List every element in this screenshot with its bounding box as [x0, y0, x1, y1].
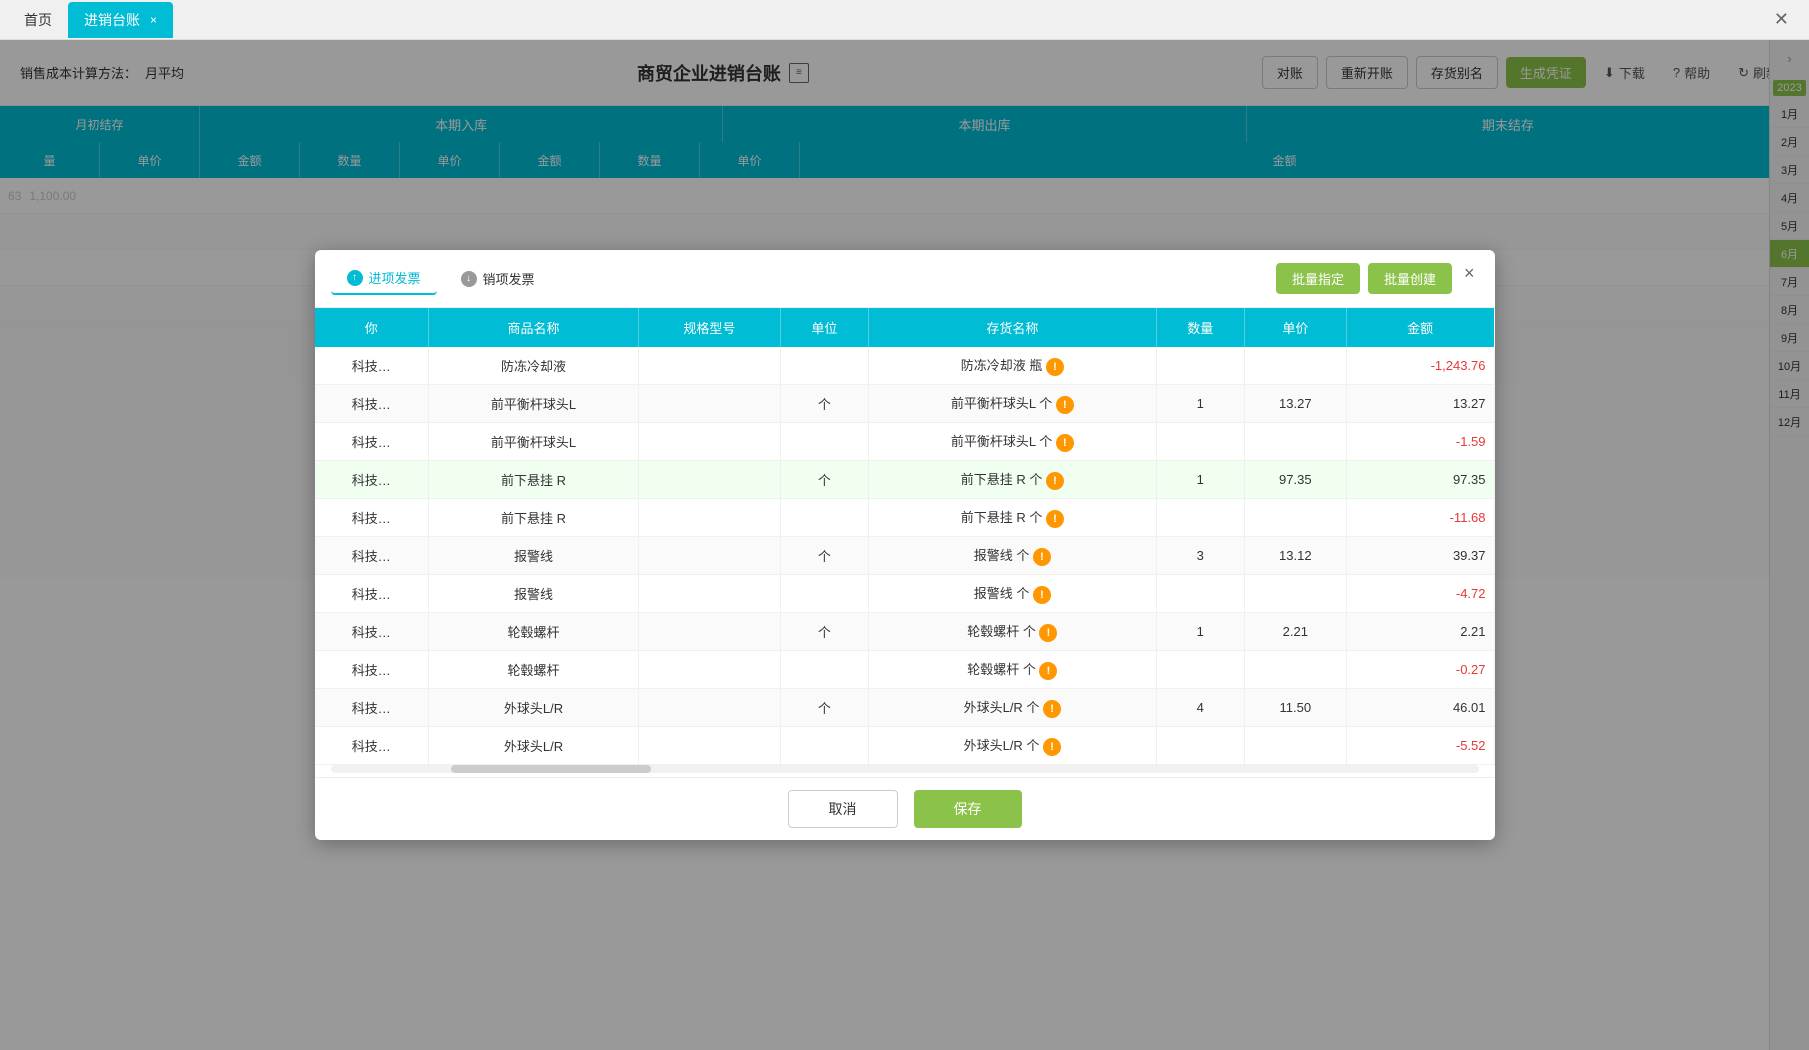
modal-close-button[interactable]: × [1460, 263, 1479, 294]
warning-icon: ! [1056, 434, 1074, 452]
modal-overlay: ↑ 进项发票 ↓ 销项发票 批量指定 批量创建 × [0, 40, 1809, 1050]
col-header-5: 存货名称 [869, 308, 1157, 347]
modal-header: ↑ 进项发票 ↓ 销项发票 批量指定 批量创建 × [315, 250, 1495, 308]
warning-icon: ! [1046, 510, 1064, 528]
col-header-7: 单价 [1244, 308, 1346, 347]
batch-designate-button[interactable]: 批量指定 [1276, 263, 1360, 294]
col-header-6: 数量 [1156, 308, 1244, 347]
modal-dialog: ↑ 进项发票 ↓ 销项发票 批量指定 批量创建 × [315, 250, 1495, 840]
warning-icon: ! [1043, 700, 1061, 718]
modal-tab-jinxiang[interactable]: ↑ 进项发票 [331, 262, 437, 295]
table-row: 科技…报警线个报警线 个 !313.1239.37 [315, 537, 1495, 575]
table-row: 科技…轮毂螺杆个轮毂螺杆 个 !12.212.21 [315, 613, 1495, 651]
warning-icon: ! [1033, 548, 1051, 566]
modal-tab-xiaoxiang[interactable]: ↓ 销项发票 [445, 263, 551, 294]
warning-icon: ! [1043, 738, 1061, 756]
col-header-2: 商品名称 [429, 308, 639, 347]
cancel-button[interactable]: 取消 [788, 790, 898, 828]
jinxiang-tab-icon: ↑ [347, 270, 363, 286]
tab-bar: 首页 进销台账 × ✕ [0, 0, 1809, 40]
warning-icon: ! [1046, 472, 1064, 490]
tab-ledger[interactable]: 进销台账 × [68, 2, 173, 38]
horizontal-scrollbar[interactable] [331, 765, 1479, 773]
col-header-4: 单位 [780, 308, 868, 347]
table-row: 科技…外球头L/R个外球头L/R 个 !411.5046.01 [315, 689, 1495, 727]
table-row: 科技…前下悬挂 R前下悬挂 R 个 !-11.68 [315, 499, 1495, 537]
table-row: 科技…外球头L/R外球头L/R 个 !-5.52 [315, 727, 1495, 765]
table-row: 科技…防冻冷却液防冻冷却液 瓶 !-1,243.76 [315, 347, 1495, 385]
warning-icon: ! [1039, 624, 1057, 642]
xiaoxiang-tab-icon: ↓ [461, 271, 477, 287]
save-button[interactable]: 保存 [914, 790, 1022, 828]
table-row: 科技…前平衡杆球头L个前平衡杆球头L 个 !113.2713.27 [315, 385, 1495, 423]
table-row: 科技…前平衡杆球头L前平衡杆球头L 个 !-1.59 [315, 423, 1495, 461]
col-header-1: 你 [315, 308, 429, 347]
table-row: 科技…轮毂螺杆轮毂螺杆 个 !-0.27 [315, 651, 1495, 689]
scrollbar-thumb[interactable] [451, 765, 651, 773]
modal-table: 你 商品名称 规格型号 单位 存货名称 数量 单价 金额 科技…防冻冷却液防冻冷… [315, 308, 1495, 777]
table-row: 科技…报警线报警线 个 !-4.72 [315, 575, 1495, 613]
warning-icon: ! [1046, 358, 1064, 376]
warning-icon: ! [1039, 662, 1057, 680]
batch-create-button[interactable]: 批量创建 [1368, 263, 1452, 294]
main-area: 销售成本计算方法： 月平均 商贸企业进销台账 ≡ 对账 重新开账 存货别名 生成… [0, 40, 1809, 1050]
col-header-8: 金额 [1346, 308, 1494, 347]
tab-home[interactable]: 首页 [8, 2, 68, 38]
window-close-button[interactable]: ✕ [1762, 9, 1801, 30]
warning-icon: ! [1056, 396, 1074, 414]
col-header-3: 规格型号 [638, 308, 780, 347]
warning-icon: ! [1033, 586, 1051, 604]
tab-close-icon[interactable]: × [150, 13, 157, 27]
table-row: 科技…前下悬挂 R个前下悬挂 R 个 !197.3597.35 [315, 461, 1495, 499]
modal-actions: 批量指定 批量创建 × [1276, 263, 1479, 294]
modal-footer: 取消 保存 [315, 777, 1495, 840]
